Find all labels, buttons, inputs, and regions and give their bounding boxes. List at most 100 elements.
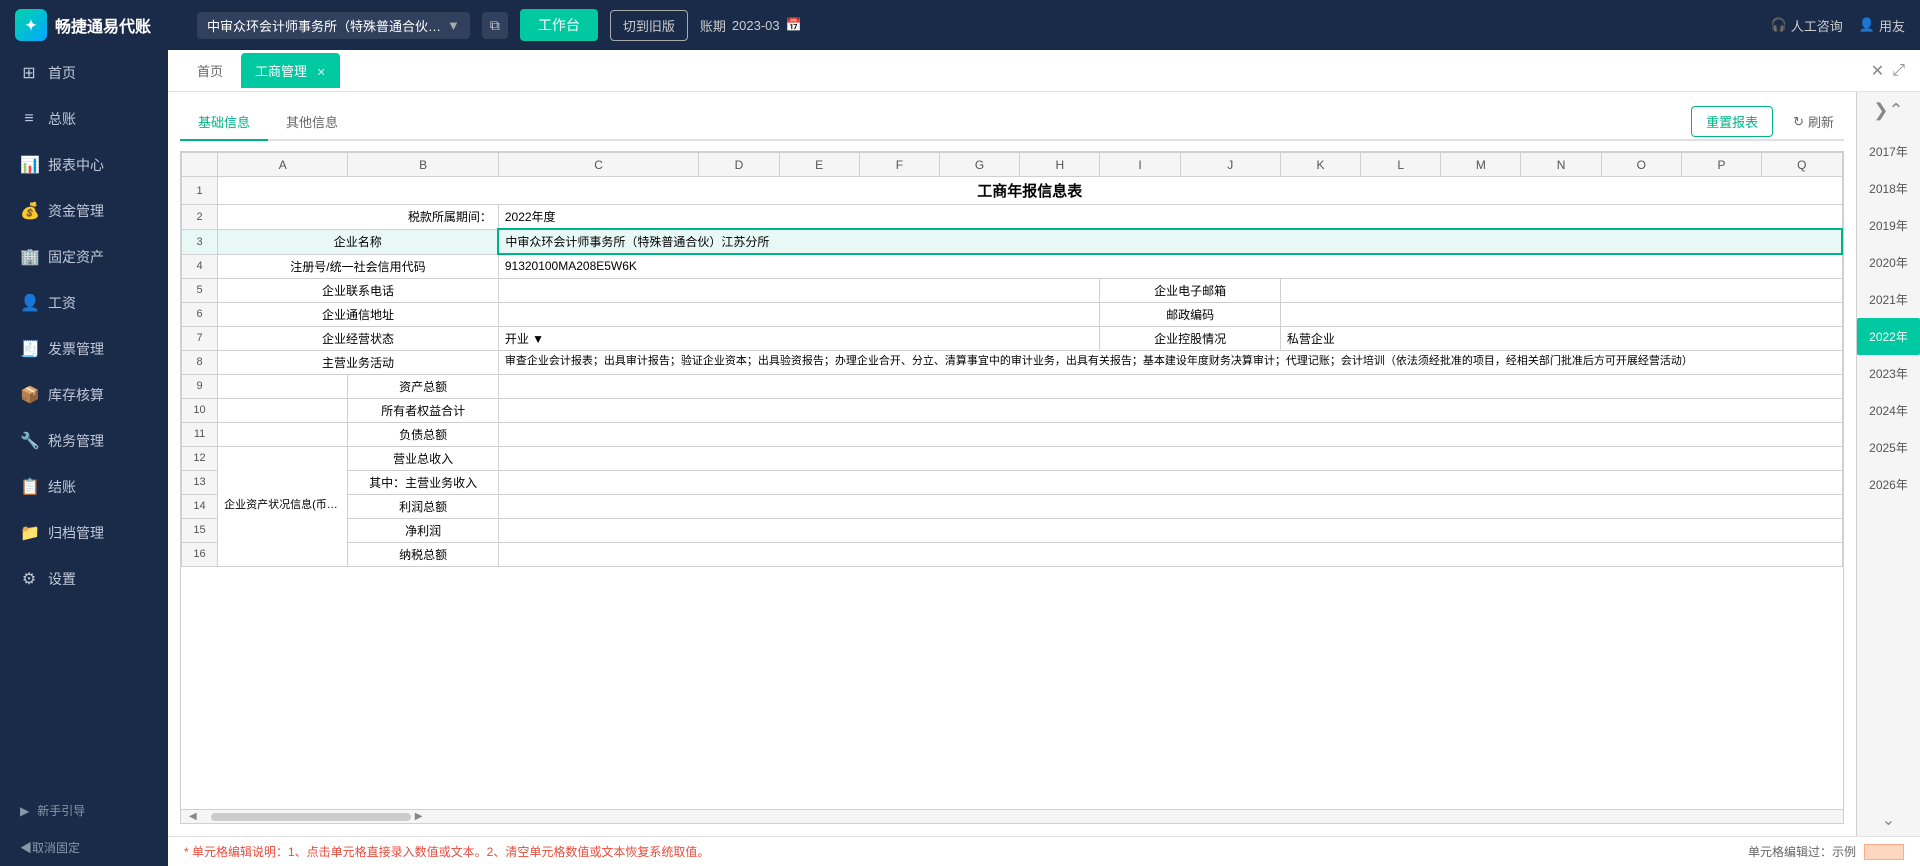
- logo-text: 畅捷通易代账: [55, 13, 151, 37]
- row6-value2[interactable]: [1280, 302, 1842, 326]
- home-icon: ⊞: [20, 63, 38, 83]
- year-item-2022[interactable]: 2022年: [1857, 318, 1920, 355]
- calendar-icon[interactable]: 📅: [786, 17, 802, 33]
- row5-value1[interactable]: [498, 278, 1100, 302]
- copy-button[interactable]: ⧉: [482, 12, 508, 39]
- year-item-2021[interactable]: 2021年: [1857, 281, 1920, 318]
- table-row: 8 主营业务活动 审查企业会计报表；出具审计报告；验证企业资本；出具验资报告；办…: [182, 350, 1843, 374]
- spreadsheet-scroll[interactable]: A B C D E F G H I J: [181, 152, 1843, 809]
- sidebar-item-home[interactable]: ⊞ 首页: [0, 50, 168, 96]
- expand-up-icon[interactable]: ⌃: [1889, 100, 1904, 121]
- year-nav-down[interactable]: ⌄: [1876, 804, 1901, 836]
- sidebar-label-funds: 资金管理: [48, 201, 104, 221]
- table-row: 4 注册号/统一社会信用代码 91320100MA208E5W6K: [182, 254, 1843, 278]
- refresh-button[interactable]: ↻ 刷新: [1783, 106, 1844, 137]
- sidebar-label-reports: 报表中心: [48, 155, 104, 175]
- col-p: P: [1681, 153, 1761, 177]
- sub-tab-basic[interactable]: 基础信息: [180, 104, 268, 141]
- collapse-section: ❯ ⌃: [1873, 92, 1903, 129]
- company-selector[interactable]: 中审众环会计师事务所（特殊普通合伙… ▼: [197, 12, 470, 39]
- year-item-2023[interactable]: 2023年: [1857, 355, 1920, 392]
- sidebar-item-ledger[interactable]: ≡ 总账: [0, 96, 168, 142]
- archive-icon: 📁: [20, 523, 38, 543]
- user-button[interactable]: 👤 用友: [1859, 16, 1905, 35]
- service-button[interactable]: 🎧 人工咨询: [1771, 16, 1843, 35]
- scroll-left-icon[interactable]: ◀: [185, 811, 201, 822]
- sub-tab-other-label: 其他信息: [286, 115, 338, 130]
- row-num: 15: [182, 518, 218, 542]
- closing-icon: 📋: [20, 477, 38, 497]
- row2-value[interactable]: 2022年度: [498, 205, 1842, 230]
- row10-value[interactable]: [498, 398, 1842, 422]
- sidebar-item-tax[interactable]: 🔧 税务管理: [0, 418, 168, 464]
- reset-report-button[interactable]: 重置报表: [1691, 106, 1773, 137]
- sidebar-label-salary: 工资: [48, 293, 76, 313]
- switch-version-button[interactable]: 切到旧版: [610, 10, 688, 41]
- row-num: 16: [182, 542, 218, 566]
- tab-home[interactable]: 首页: [183, 53, 237, 88]
- row12-value[interactable]: [498, 446, 1842, 470]
- row11-value[interactable]: [498, 422, 1842, 446]
- tab-business[interactable]: 工商管理 ✕: [241, 53, 340, 88]
- year-item-2025[interactable]: 2025年: [1857, 429, 1920, 466]
- tab-close-icon[interactable]: ✕: [317, 67, 326, 79]
- settings-icon: ⚙: [20, 569, 38, 589]
- row9-value[interactable]: [498, 374, 1842, 398]
- year-item-2026[interactable]: 2026年: [1857, 466, 1920, 503]
- sheet-title[interactable]: 工商年报信息表: [218, 177, 1842, 205]
- sidebar-item-invoice[interactable]: 🧾 发票管理: [0, 326, 168, 372]
- cancel-fixed-button[interactable]: ◀取消固定: [0, 829, 168, 866]
- workbench-button[interactable]: 工作台: [520, 9, 598, 41]
- sidebar-label-assets: 固定资产: [48, 247, 104, 267]
- status-bar: * 单元格编辑说明：1、点击单元格直接录入数值或文本。2、清空单元格数值或文本恢…: [168, 836, 1920, 866]
- row4-label: 注册号/统一社会信用代码: [218, 254, 499, 278]
- row7-value2[interactable]: 私营企业: [1280, 326, 1842, 350]
- year-item-2018[interactable]: 2018年: [1857, 170, 1920, 207]
- table-row: 15 净利润: [182, 518, 1843, 542]
- year-item-2019[interactable]: 2019年: [1857, 207, 1920, 244]
- row-num: 12: [182, 446, 218, 470]
- new-guide-button[interactable]: ▶ 新手引导: [0, 792, 168, 829]
- scrollbar-thumb[interactable]: [211, 813, 411, 821]
- horizontal-scrollbar[interactable]: ◀ ▶: [181, 809, 1843, 823]
- col-c: C: [498, 153, 699, 177]
- reports-icon: 📊: [20, 155, 38, 175]
- year-item-2017[interactable]: 2017年: [1857, 133, 1920, 170]
- sidebar-item-inventory[interactable]: 📦 库存核算: [0, 372, 168, 418]
- collapse-right-icon[interactable]: ❯: [1873, 100, 1888, 121]
- sidebar-item-assets[interactable]: 🏢 固定资产: [0, 234, 168, 280]
- row5-value2[interactable]: [1280, 278, 1842, 302]
- scroll-right-icon[interactable]: ▶: [411, 811, 427, 822]
- year-item-2020[interactable]: 2020年: [1857, 244, 1920, 281]
- sidebar-item-archive[interactable]: 📁 归档管理: [0, 510, 168, 556]
- row7-label2: 企业控股情况: [1100, 326, 1280, 350]
- sub-tab-basic-label: 基础信息: [198, 115, 250, 130]
- row16-value[interactable]: [498, 542, 1842, 566]
- row13-value[interactable]: [498, 470, 1842, 494]
- app-logo: ✦ 畅捷通易代账: [15, 9, 185, 41]
- row4-value[interactable]: 91320100MA208E5W6K: [498, 254, 1842, 278]
- year-item-2024[interactable]: 2024年: [1857, 392, 1920, 429]
- sidebar-item-reports[interactable]: 📊 报表中心: [0, 142, 168, 188]
- logo-icon: ✦: [15, 9, 47, 41]
- maximize-icon[interactable]: ⤢: [1892, 62, 1905, 80]
- content-area: 基础信息 其他信息 重置报表 ↻ 刷新: [168, 92, 1920, 836]
- row6-value1[interactable]: [498, 302, 1100, 326]
- table-row: 2 税款所属期间： 2022年度: [182, 205, 1843, 230]
- row8-value[interactable]: 审查企业会计报表；出具审计报告；验证企业资本；出具验资报告；办理企业合开、分立、…: [498, 350, 1842, 374]
- close-window-icon[interactable]: ✕: [1871, 61, 1884, 81]
- row-num: 5: [182, 278, 218, 302]
- sidebar-item-salary[interactable]: 👤 工资: [0, 280, 168, 326]
- row9-empty: [218, 374, 348, 398]
- sidebar-item-closing[interactable]: 📋 结账: [0, 464, 168, 510]
- row3-value[interactable]: 中审众环会计师事务所（特殊普通合伙）江苏分所: [498, 229, 1842, 254]
- col-n: N: [1521, 153, 1601, 177]
- row14-value[interactable]: [498, 494, 1842, 518]
- col-m: M: [1441, 153, 1521, 177]
- sub-tab-other[interactable]: 其他信息: [268, 104, 356, 141]
- sidebar-item-funds[interactable]: 💰 资金管理: [0, 188, 168, 234]
- row7-value1[interactable]: 开业 ▼: [498, 326, 1100, 350]
- row15-value[interactable]: [498, 518, 1842, 542]
- row6-label2: 邮政编码: [1100, 302, 1280, 326]
- sidebar-item-settings[interactable]: ⚙ 设置: [0, 556, 168, 602]
